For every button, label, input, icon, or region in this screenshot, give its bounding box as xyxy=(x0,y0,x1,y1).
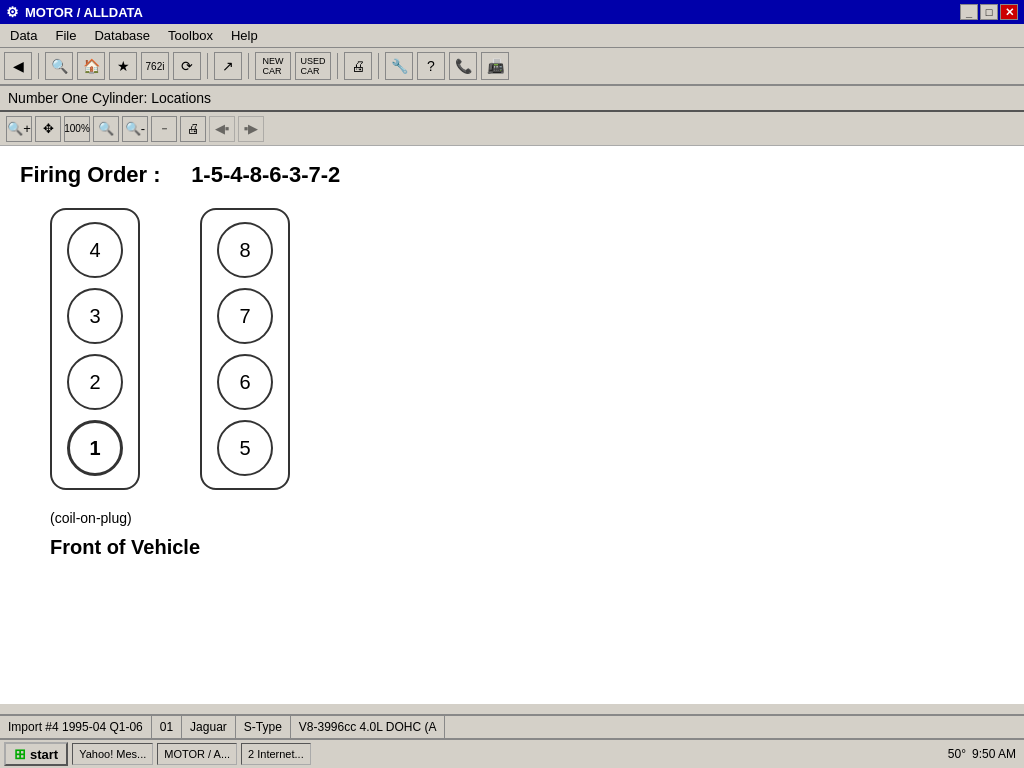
cylinder-1: 1 xyxy=(67,420,123,476)
print-img-button[interactable]: 🖨 xyxy=(180,116,206,142)
firing-order-value: 1-5-4-8-6-3-7-2 xyxy=(191,162,340,187)
menu-bar: Data File Database Toolbox Help xyxy=(0,24,1024,48)
wrench-button[interactable]: 🔧 xyxy=(385,52,413,80)
maximize-button[interactable]: □ xyxy=(980,4,998,20)
right-bank: 8 7 6 5 xyxy=(200,208,290,490)
menu-database[interactable]: Database xyxy=(88,26,156,45)
firing-order: Firing Order : 1-5-4-8-6-3-7-2 xyxy=(20,162,1004,188)
title-bar: ⚙ MOTOR / ALLDATA _ □ ✕ xyxy=(0,0,1024,24)
cylinder-5: 5 xyxy=(217,420,273,476)
zoom-in-button[interactable]: 🔍+ xyxy=(6,116,32,142)
used-car-button[interactable]: USEDCAR xyxy=(295,52,331,80)
main-content: Firing Order : 1-5-4-8-6-3-7-2 4 3 2 1 8… xyxy=(0,146,1024,704)
menu-file[interactable]: File xyxy=(49,26,82,45)
toolbar-sep-3 xyxy=(248,53,249,79)
refresh-button[interactable]: ⟳ xyxy=(173,52,201,80)
help-button[interactable]: ? xyxy=(417,52,445,80)
toolbar-sep-4 xyxy=(337,53,338,79)
image-toolbar: 🔍+ ✥ 100% 🔍 🔍- － 🖨 ◀▪ ▪▶ xyxy=(0,112,1024,146)
zoom-out-button[interactable]: 🔍- xyxy=(122,116,148,142)
close-button[interactable]: ✕ xyxy=(1000,4,1018,20)
cursor-button[interactable]: ↗ xyxy=(214,52,242,80)
cylinder-3: 3 xyxy=(67,288,123,344)
front-label: Front of Vehicle xyxy=(50,536,1004,559)
pan-button[interactable]: ✥ xyxy=(35,116,61,142)
next-img-button[interactable]: ▪▶ xyxy=(238,116,264,142)
print-button[interactable]: 🖨 xyxy=(344,52,372,80)
star-button[interactable]: ★ xyxy=(109,52,137,80)
cylinder-7: 7 xyxy=(217,288,273,344)
toolbar-sep-1 xyxy=(38,53,39,79)
fax-button[interactable]: 📠 xyxy=(481,52,509,80)
coil-label: (coil-on-plug) xyxy=(50,510,1004,526)
cylinder-6: 6 xyxy=(217,354,273,410)
app-title: MOTOR / ALLDATA xyxy=(25,5,143,20)
phone-button[interactable]: 📞 xyxy=(449,52,477,80)
breadcrumb-text: Number One Cylinder: Locations xyxy=(8,90,211,106)
toolbar: ◀ 🔍 🏠 ★ 762i ⟳ ↗ NEWCAR USEDCAR 🖨 🔧 ? 📞 … xyxy=(0,48,1024,86)
left-bank: 4 3 2 1 xyxy=(50,208,140,490)
toolbar-sep-5 xyxy=(378,53,379,79)
cylinder-diagram: 4 3 2 1 8 7 6 5 xyxy=(50,208,1004,490)
title-controls: _ □ ✕ xyxy=(960,4,1018,20)
num-button[interactable]: 762i xyxy=(141,52,169,80)
back-button[interactable]: ◀ xyxy=(4,52,32,80)
menu-toolbox[interactable]: Toolbox xyxy=(162,26,219,45)
menu-help[interactable]: Help xyxy=(225,26,264,45)
cylinder-4: 4 xyxy=(67,222,123,278)
firing-order-label: Firing Order : xyxy=(20,162,161,187)
breadcrumb: Number One Cylinder: Locations xyxy=(0,86,1024,112)
new-car-button[interactable]: NEWCAR xyxy=(255,52,291,80)
prev-img-button[interactable]: ◀▪ xyxy=(209,116,235,142)
cylinder-2: 2 xyxy=(67,354,123,410)
zoom-smaller-button[interactable]: － xyxy=(151,116,177,142)
app-icon: ⚙ xyxy=(6,4,19,20)
toolbar-sep-2 xyxy=(207,53,208,79)
fit-button[interactable]: 100% xyxy=(64,116,90,142)
home-button[interactable]: 🏠 xyxy=(77,52,105,80)
title-left: ⚙ MOTOR / ALLDATA xyxy=(6,4,143,20)
menu-data[interactable]: Data xyxy=(4,26,43,45)
search-button[interactable]: 🔍 xyxy=(45,52,73,80)
minimize-button[interactable]: _ xyxy=(960,4,978,20)
zoom-fit-button[interactable]: 🔍 xyxy=(93,116,119,142)
cylinder-8: 8 xyxy=(217,222,273,278)
